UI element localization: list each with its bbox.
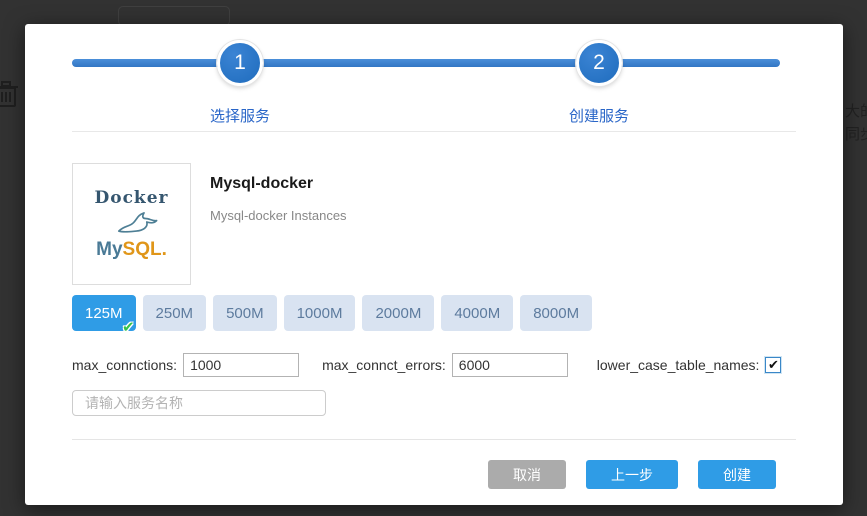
plan-option-2000m[interactable]: 2000M [362,295,435,331]
trash-icon [0,80,19,113]
step-2-circle[interactable]: 2 [576,40,622,86]
modal-footer: 取消 上一步 创建 [25,460,776,489]
service-title: Mysql-docker [210,175,314,192]
dimmed-background-text: 大的 [844,103,867,120]
plan-option-8000m[interactable]: 8000M [520,295,593,331]
plan-option-500m[interactable]: 500M [213,295,277,331]
plan-option-250m[interactable]: 250M [142,295,207,331]
max-connect-errors-field: max_connct_errors: [322,353,568,377]
create-button[interactable]: 创建 [698,460,776,489]
mysql-wordmark: MySQL. [96,238,167,260]
stepper-divider [72,131,796,132]
plan-option-125m[interactable]: 125M ✔ [72,295,136,336]
step-1-circle[interactable]: 1 [217,40,263,86]
footer-divider [72,439,796,440]
parameters-form: max_connctions: max_connct_errors: lower… [72,353,796,377]
max-connections-field: max_connctions: [72,353,300,377]
lower-case-table-names-field: lower_case_table_names: ✔ [597,357,782,373]
plan-option-1000m[interactable]: 1000M [283,295,356,331]
previous-step-button[interactable]: 上一步 [586,460,678,489]
service-description: Mysql-docker Mysql-docker Instances [210,163,347,285]
step-1-label[interactable]: 选择服务 [160,105,320,126]
create-service-modal: 1 2 选择服务 创建服务 Docker MySQL. Mysql-docker… [25,24,843,505]
dimmed-background-text: 同步 [844,126,867,143]
step-2-number: 2 [593,51,605,74]
memory-plan-options: 125M ✔ 250M 500M 1000M 2000M 4000M 8000M [72,295,796,336]
wizard-stepper: 1 2 选择服务 创建服务 [25,24,843,131]
dimmed-background-button [118,6,230,26]
docker-wordmark: Docker [94,187,169,208]
max-connect-errors-input[interactable] [451,353,568,377]
max-connections-label: max_connctions: [72,357,178,373]
service-logo: Docker MySQL. [72,163,191,285]
mysql-dolphin-icon [116,210,158,239]
lower-case-table-names-checkbox[interactable]: ✔ [765,357,782,373]
lower-case-table-names-label: lower_case_table_names: [596,357,760,373]
service-info: Docker MySQL. Mysql-docker Mysql-docker … [72,163,796,285]
service-subtitle: Mysql-docker Instances [210,208,347,223]
max-connections-input[interactable] [183,353,300,377]
max-connect-errors-label: max_connct_errors: [322,357,446,373]
selected-check-icon: ✔ [121,319,135,336]
plan-option-4000m[interactable]: 4000M [441,295,514,331]
stepper-progress-bar [72,59,780,67]
service-name-row [72,390,796,416]
service-name-input[interactable] [72,390,326,416]
step-2-label[interactable]: 创建服务 [519,105,679,126]
cancel-button[interactable]: 取消 [488,460,566,489]
step-1-number: 1 [234,51,246,74]
